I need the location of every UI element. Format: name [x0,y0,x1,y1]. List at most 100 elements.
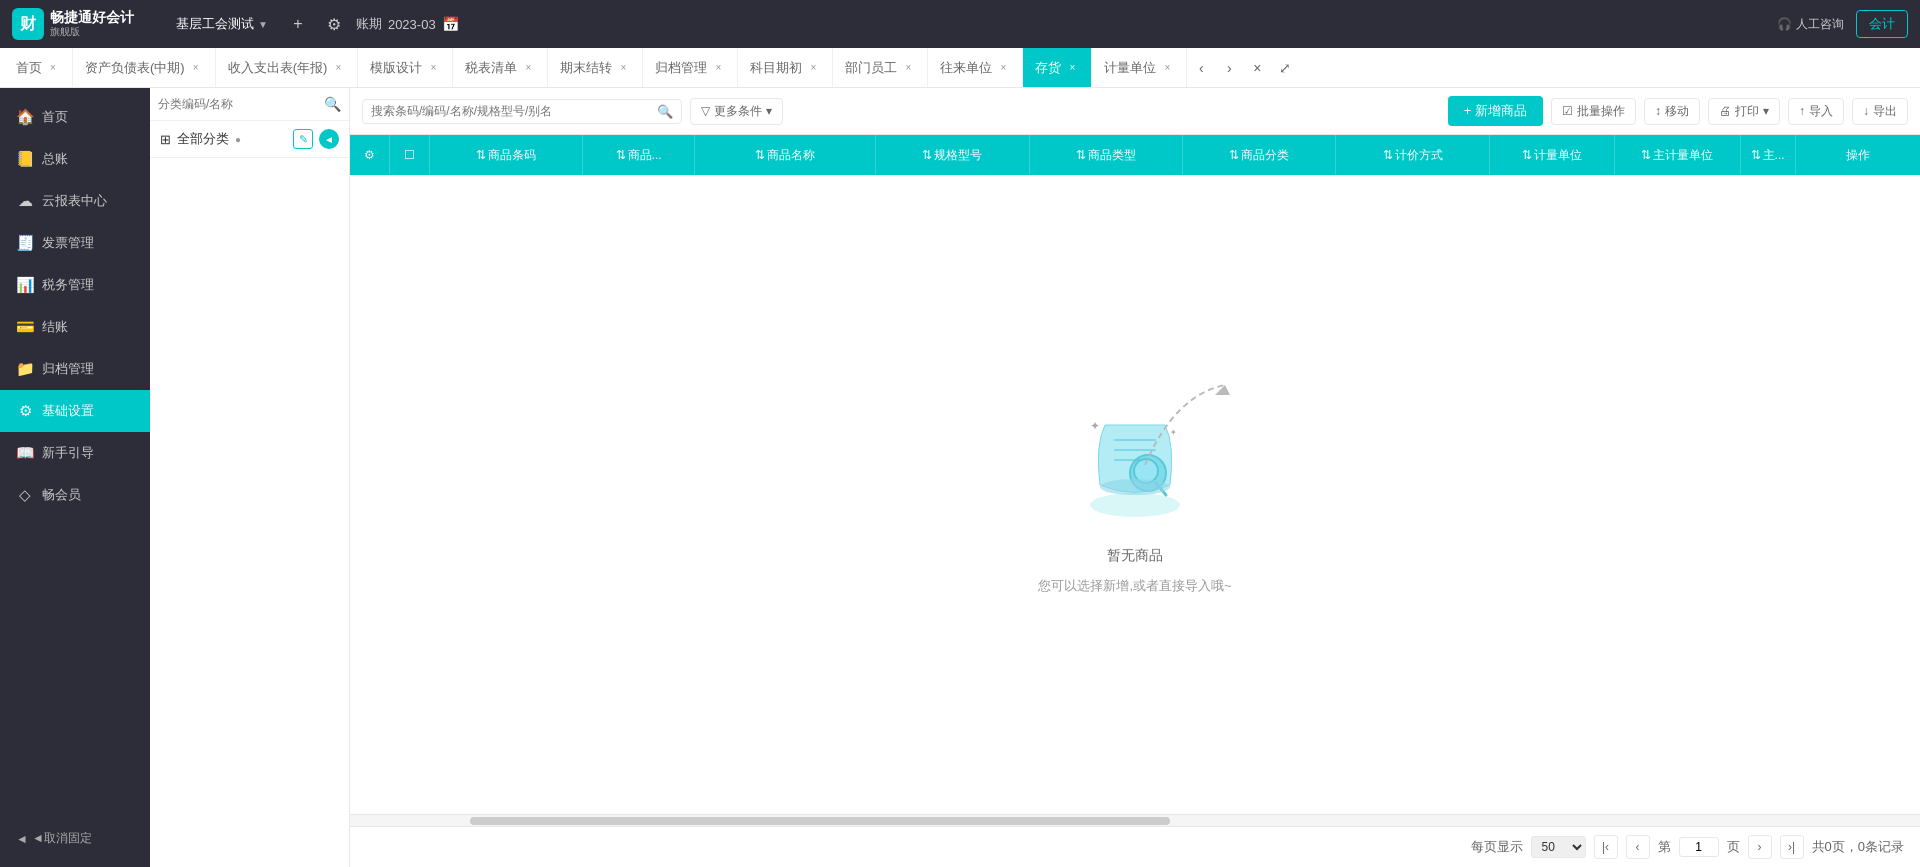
sidebar-item-guide[interactable]: 📖 新手引导 [0,432,150,474]
page-first-button[interactable]: |‹ [1594,835,1618,859]
th-extra[interactable]: ⇅ 主... [1741,135,1796,175]
member-icon: ◇ [16,486,34,504]
tab-archive-close[interactable]: × [711,61,725,75]
sidebar-item-member[interactable]: ◇ 畅会员 [0,474,150,516]
left-panel: 🔍 ⊞ 全部分类 ● ✎ ◄ [150,88,350,867]
th-category[interactable]: ⇅ 商品分类 [1183,135,1336,175]
category-header[interactable]: ⊞ 全部分类 ● ✎ ◄ [150,121,349,158]
tab-inventory[interactable]: 存货 × [1023,48,1092,88]
company-name: 基层工会测试 [176,15,254,33]
calendar-icon[interactable]: 📅 [442,16,459,32]
th-unit[interactable]: ⇅ 计量单位 [1490,135,1615,175]
sidebar-item-invoice[interactable]: 🧾 发票管理 [0,222,150,264]
tab-period-end[interactable]: 期末结转 × [548,48,643,88]
sidebar-item-home[interactable]: 🏠 首页 [0,96,150,138]
tab-next-button[interactable]: › [1215,54,1243,82]
sidebar-item-tax[interactable]: 📊 税务管理 [0,264,150,306]
filter-button[interactable]: ▽ 更多条件 ▾ [690,98,783,125]
batch-button[interactable]: ☑ 批量操作 [1551,98,1636,125]
tab-income-label: 收入支出表(年报) [228,59,328,77]
page-prev-button[interactable]: ‹ [1626,835,1650,859]
th-code-sort-icon: ⇅ [616,148,626,162]
tab-expand-button[interactable]: ⤢ [1271,54,1299,82]
th-code[interactable]: ⇅ 商品... [583,135,694,175]
tab-subject-close[interactable]: × [806,61,820,75]
tab-balance-close[interactable]: × [189,61,203,75]
scrollbar-thumb[interactable] [470,817,1170,825]
th-barcode[interactable]: ⇅ 商品条码 [430,135,583,175]
tab-unit-close[interactable]: × [1160,61,1174,75]
filter-label: 更多条件 [714,103,762,120]
tab-unit[interactable]: 计量单位 × [1092,48,1187,88]
tab-income[interactable]: 收入支出表(年报) × [216,48,359,88]
move-button[interactable]: ↕ 移动 [1644,98,1700,125]
tab-archive[interactable]: 归档管理 × [643,48,738,88]
th-name[interactable]: ⇅ 商品名称 [695,135,877,175]
sidebar-item-ledger[interactable]: 📒 总账 [0,138,150,180]
export-button[interactable]: ↓ 导出 [1852,98,1908,125]
sidebar-item-basic-settings[interactable]: ⚙ 基础设置 [0,390,150,432]
category-edit-button[interactable]: ✎ [293,129,313,149]
horizontal-scrollbar[interactable] [350,814,1920,826]
th-checkbox[interactable]: ☐ [390,135,430,175]
move-label: 移动 [1665,103,1689,120]
print-button[interactable]: 🖨 打印 ▾ [1708,98,1780,125]
category-search-input[interactable] [158,97,320,111]
tab-dept-close[interactable]: × [901,61,915,75]
th-spec[interactable]: ⇅ 规格型号 [876,135,1029,175]
page-last-button[interactable]: ›| [1780,835,1804,859]
product-search-bar: 🔍 [362,99,682,124]
tabs-bar: 首页 × 资产负债表(中期) × 收入支出表(年报) × 模版设计 × 税表清单… [0,48,1920,88]
filter-icon: ▽ [701,104,710,118]
collapse-icon: ◄ [16,832,28,846]
sidebar-item-cloud-reports[interactable]: ☁ 云报表中心 [0,180,150,222]
tab-subject[interactable]: 科目期初 × [738,48,833,88]
sidebar-item-guide-label: 新手引导 [42,444,94,462]
home-icon: 🏠 [16,108,34,126]
tab-contact[interactable]: 往来单位 × [928,48,1023,88]
tab-home-close[interactable]: × [46,61,60,75]
svg-text:✦: ✦ [1090,419,1100,433]
tab-dept[interactable]: 部门员工 × [833,48,928,88]
page-number-input[interactable] [1679,837,1719,857]
product-search-icon[interactable]: 🔍 [657,104,673,119]
tab-template-close[interactable]: × [426,61,440,75]
product-search-input[interactable] [371,104,651,118]
sidebar-item-archive[interactable]: 📁 归档管理 [0,348,150,390]
tab-home[interactable]: 首页 × [4,48,73,88]
left-panel-collapse-button[interactable]: ◄ [319,129,339,149]
tab-template-label: 模版设计 [370,59,422,77]
th-main-unit[interactable]: ⇅ 主计量单位 [1615,135,1740,175]
page-next-button[interactable]: › [1748,835,1772,859]
th-price[interactable]: ⇅ 计价方式 [1336,135,1489,175]
tab-close-all-button[interactable]: × [1243,54,1271,82]
add-product-button[interactable]: + 新增商品 [1448,96,1543,126]
th-type[interactable]: ⇅ 商品类型 [1030,135,1183,175]
tab-prev-button[interactable]: ‹ [1187,54,1215,82]
tab-tax[interactable]: 税表清单 × [453,48,548,88]
tab-template[interactable]: 模版设计 × [358,48,453,88]
account-button[interactable]: 会计 [1856,10,1908,38]
tab-inventory-close[interactable]: × [1065,61,1079,75]
checkout-icon: 💳 [16,318,34,336]
settings-icon[interactable]: ⚙ [320,10,348,38]
sidebar-item-checkout[interactable]: 💳 结账 [0,306,150,348]
th-main-unit-label: 主计量单位 [1653,147,1713,164]
support-button[interactable]: 🎧 人工咨询 [1777,16,1844,33]
company-selector[interactable]: 基层工会测试 ▼ [168,11,276,37]
tab-contact-close[interactable]: × [996,61,1010,75]
category-search-icon[interactable]: 🔍 [324,96,341,112]
tab-period-end-close[interactable]: × [616,61,630,75]
page-size-select[interactable]: 50 100 200 [1531,836,1586,858]
th-settings[interactable]: ⚙ [350,135,390,175]
export-icon: ↓ [1863,104,1869,118]
sidebar-collapse-button[interactable]: ◄ ◄取消固定 [0,818,150,859]
page-size-label: 每页显示 [1471,838,1523,856]
tab-tax-close[interactable]: × [521,61,535,75]
th-spec-sort-icon: ⇅ [922,148,932,162]
tab-income-close[interactable]: × [331,61,345,75]
import-button[interactable]: ↑ 导入 [1788,98,1844,125]
app-edition: 旗舰版 [50,25,134,39]
tab-balance[interactable]: 资产负债表(中期) × [73,48,216,88]
add-tab-button[interactable]: + [284,10,312,38]
